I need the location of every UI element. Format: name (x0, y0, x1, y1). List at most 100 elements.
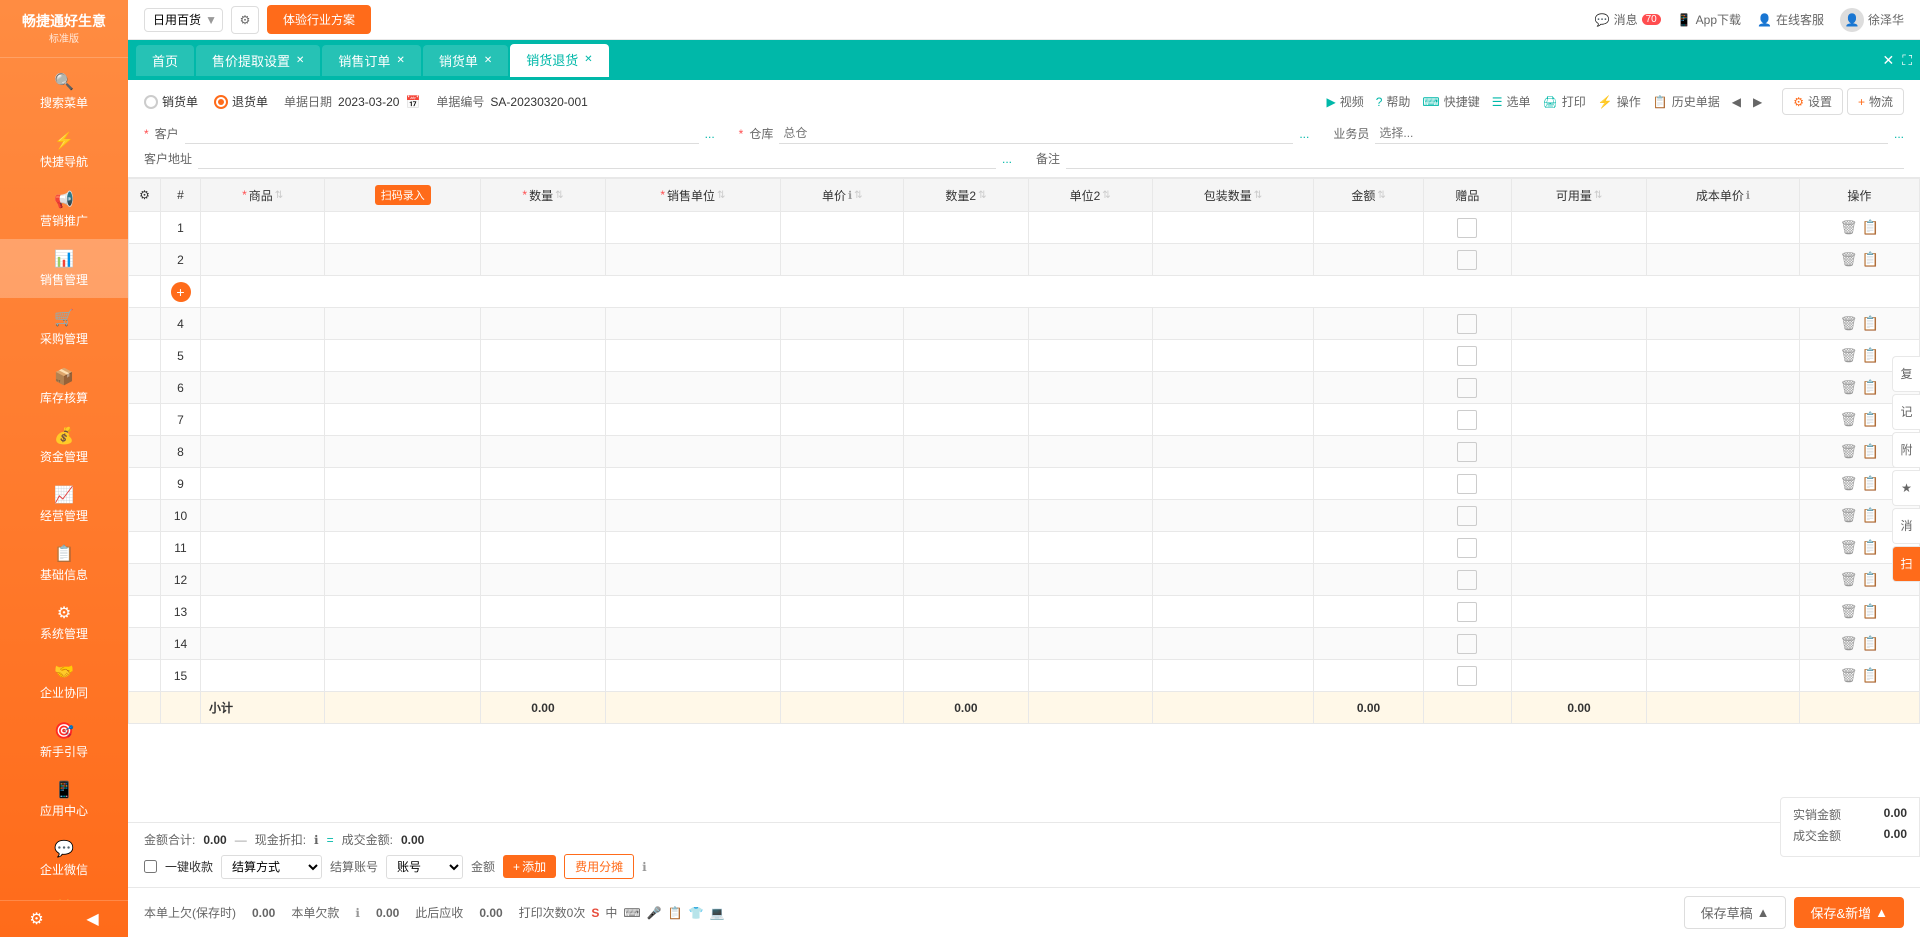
sidebar-item-quick[interactable]: ⚡ 快捷导航 (0, 121, 128, 180)
row-unit2-14[interactable] (1028, 628, 1152, 660)
copy-icon-9[interactable]: 📋 (1861, 475, 1878, 492)
tab-home[interactable]: 首页 (136, 45, 194, 76)
row-gift-8[interactable] (1424, 436, 1512, 468)
row-cost-price-9[interactable] (1647, 468, 1799, 500)
copy-icon-12[interactable]: 📋 (1861, 571, 1878, 588)
prev-btn[interactable]: ◀ (1732, 95, 1741, 109)
radio-sales[interactable]: 销货单 (144, 93, 198, 110)
copy-icon-11[interactable]: 📋 (1861, 539, 1878, 556)
price-info-icon[interactable]: ℹ (848, 189, 852, 202)
row-product-6[interactable] (201, 372, 325, 404)
address-select-icon[interactable]: ... (1002, 152, 1012, 166)
row-unit2-12[interactable] (1028, 564, 1152, 596)
row-qty-8[interactable] (481, 436, 605, 468)
gift-checkbox-13[interactable] (1457, 602, 1477, 622)
row-price-7[interactable] (781, 404, 904, 436)
row-unit2-5[interactable] (1028, 340, 1152, 372)
row-qty-1[interactable] (481, 212, 605, 244)
row-available-15[interactable] (1511, 660, 1647, 692)
row-unit2-13[interactable] (1028, 596, 1152, 628)
unit-sort-icon[interactable]: ⇅ (717, 190, 725, 201)
delete-icon-9[interactable]: 🗑 (1840, 475, 1858, 492)
tab-sales_order[interactable]: 销售订单✕ (322, 45, 420, 76)
row-unit-10[interactable] (605, 500, 781, 532)
row-pack-qty-2[interactable] (1152, 244, 1313, 276)
row-qty-12[interactable] (481, 564, 605, 596)
sidebar-item-finance[interactable]: 💰 资金管理 (0, 416, 128, 475)
row-product-4[interactable] (201, 308, 325, 340)
row-gift-15[interactable] (1424, 660, 1512, 692)
row-price-12[interactable] (781, 564, 904, 596)
row-pack-qty-14[interactable] (1152, 628, 1313, 660)
row-available-9[interactable] (1511, 468, 1647, 500)
row-cost-price-6[interactable] (1647, 372, 1799, 404)
delete-icon-14[interactable]: 🗑 (1840, 635, 1858, 652)
row-product-12[interactable] (201, 564, 325, 596)
copy-icon-8[interactable]: 📋 (1861, 443, 1878, 460)
row-pack-qty-8[interactable] (1152, 436, 1313, 468)
gift-checkbox-11[interactable] (1457, 538, 1477, 558)
delete-icon-11[interactable]: 🗑 (1840, 539, 1858, 556)
copy-icon-5[interactable]: 📋 (1861, 347, 1878, 364)
row-amount-4[interactable] (1314, 308, 1424, 340)
row-cost-price-5[interactable] (1647, 340, 1799, 372)
row-cost-price-14[interactable] (1647, 628, 1799, 660)
row-qty-13[interactable] (481, 596, 605, 628)
row-qty2-5[interactable] (904, 340, 1028, 372)
gift-checkbox-7[interactable] (1457, 410, 1477, 430)
row-unit-8[interactable] (605, 436, 781, 468)
delete-icon-10[interactable]: 🗑 (1840, 507, 1858, 524)
edge-btn-star[interactable]: ★ (1892, 470, 1920, 506)
address-input[interactable] (198, 148, 996, 169)
sidebar-item-system[interactable]: ⚙ 系统管理 (0, 593, 128, 652)
row-product-13[interactable] (201, 596, 325, 628)
tab-sales[interactable]: 销货单✕ (423, 45, 508, 76)
row-product-8[interactable] (201, 436, 325, 468)
row-product-14[interactable] (201, 628, 325, 660)
row-gift-13[interactable] (1424, 596, 1512, 628)
row-cost-price-7[interactable] (1647, 404, 1799, 436)
row-qty-15[interactable] (481, 660, 605, 692)
payment-method-select[interactable]: 结算方式 (221, 855, 322, 879)
row-unit2-9[interactable] (1028, 468, 1152, 500)
equals-icon[interactable]: = (327, 833, 334, 847)
row-pack-qty-1[interactable] (1152, 212, 1313, 244)
gift-checkbox-1[interactable] (1457, 218, 1477, 238)
customer-select-icon[interactable]: ... (705, 127, 715, 141)
delete-icon-15[interactable]: 🗑 (1840, 667, 1858, 684)
shortcut-btn[interactable]: ⌨ 快捷键 (1422, 93, 1479, 110)
copy-icon-2[interactable]: 📋 (1861, 251, 1878, 268)
row-qty-6[interactable] (481, 372, 605, 404)
row-qty-14[interactable] (481, 628, 605, 660)
row-price-8[interactable] (781, 436, 904, 468)
row-unit-11[interactable] (605, 532, 781, 564)
video-btn[interactable]: ▶ 视频 (1326, 93, 1363, 110)
online-service-item[interactable]: 👤 在线客服 (1757, 11, 1824, 28)
warehouse-input[interactable] (779, 123, 1293, 144)
row-gift-10[interactable] (1424, 500, 1512, 532)
row-cost-price-13[interactable] (1647, 596, 1799, 628)
row-pack-qty-12[interactable] (1152, 564, 1313, 596)
row-price-1[interactable] (781, 212, 904, 244)
row-gift-12[interactable] (1424, 564, 1512, 596)
row-product-10[interactable] (201, 500, 325, 532)
experience-button[interactable]: 体验行业方案 (267, 5, 371, 34)
row-cost-price-4[interactable] (1647, 308, 1799, 340)
row-amount-5[interactable] (1314, 340, 1424, 372)
amount-sort-icon[interactable]: ⇅ (1377, 190, 1385, 201)
row-available-10[interactable] (1511, 500, 1647, 532)
row-amount-7[interactable] (1314, 404, 1424, 436)
row-price-2[interactable] (781, 244, 904, 276)
fee-split-btn[interactable]: 费用分摊 (564, 854, 634, 879)
copy-icon-15[interactable]: 📋 (1861, 667, 1878, 684)
row-unit-7[interactable] (605, 404, 781, 436)
row-available-2[interactable] (1511, 244, 1647, 276)
doc-num-value[interactable]: SA-20230320-001 (490, 95, 587, 109)
row-product-11[interactable] (201, 532, 325, 564)
edge-btn-attach[interactable]: 附 (1892, 432, 1920, 468)
cost-info-icon[interactable]: ℹ (1746, 189, 1750, 202)
row-price-5[interactable] (781, 340, 904, 372)
row-amount-11[interactable] (1314, 532, 1424, 564)
sidebar-item-apps[interactable]: 📱 应用中心 (0, 770, 128, 829)
sidebar-item-sales_mgmt[interactable]: 📊 销售管理 (0, 239, 128, 298)
